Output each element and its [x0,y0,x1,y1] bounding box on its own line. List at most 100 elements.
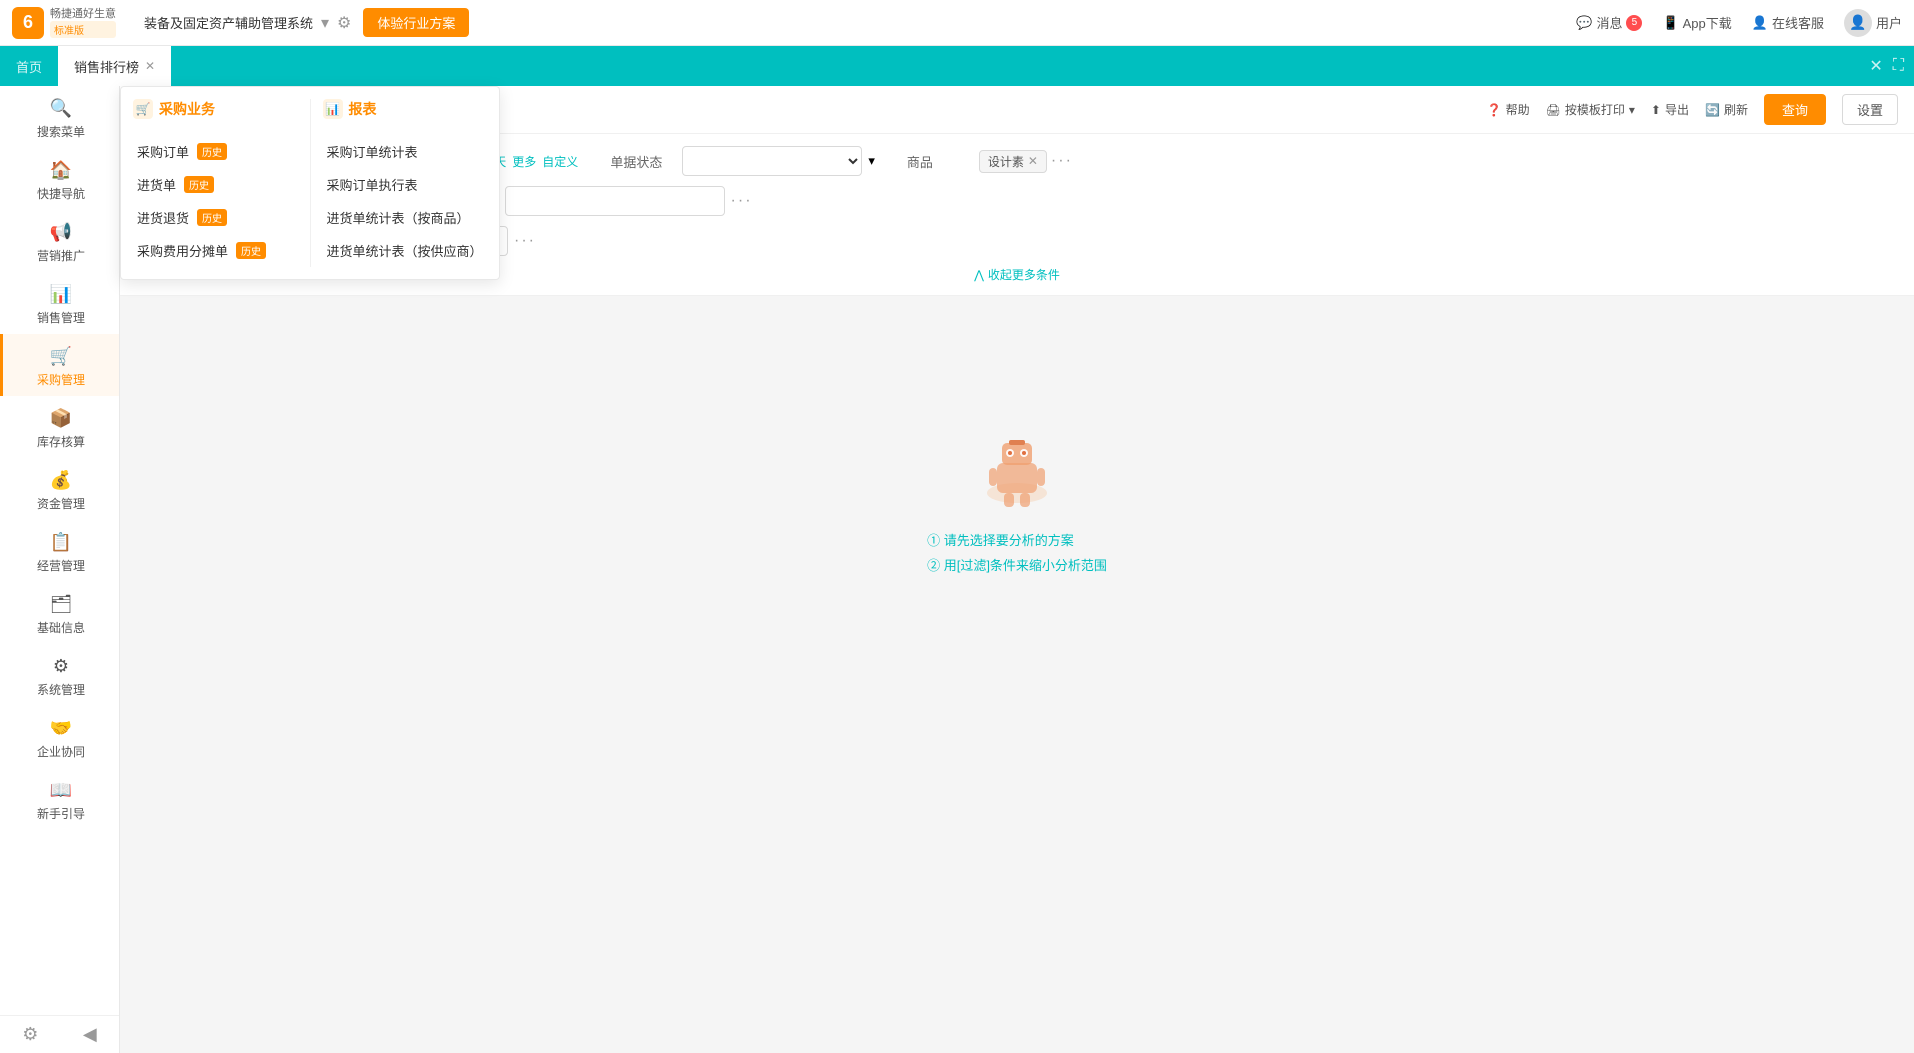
dropdown-overlay: 🛒 采购业务 采购订单 历史 进货单 历史 进货退货 历史 采购费用分摊单 历史 [120,86,500,280]
report-header: 📊 报表 [323,99,488,125]
sidebar-item-finance-label: 资金管理 [37,495,85,512]
logo-name: 畅捷通好生意 [50,7,116,21]
goods-tag-close[interactable]: ✕ [1028,154,1038,168]
basic-info-icon: 🗂 [50,594,73,615]
sidebar-item-quick-nav[interactable]: 🏠 快捷导航 [0,148,119,210]
refresh-btn[interactable]: 🔄 刷新 [1705,101,1748,118]
app-download-btn[interactable]: 📱 App下载 [1662,13,1731,32]
purchase-business-title: 采购业务 [159,99,215,119]
purchase-business-col: 🛒 采购业务 采购订单 历史 进货单 历史 进货退货 历史 采购费用分摊单 历史 [121,99,310,267]
goods-label: 商品 [907,152,967,171]
report-header-icon: 📊 [323,99,343,119]
settings-btn[interactable]: 设置 [1842,94,1898,125]
dropdown-item-purchase-order-exec[interactable]: 采购订单执行表 [323,168,488,201]
query-btn[interactable]: 查询 [1764,94,1826,125]
help-btn[interactable]: ❓ 帮助 [1487,101,1530,118]
sidebar-item-basic-info[interactable]: 🗂 基础信息 [0,582,119,644]
title-dropdown-btn[interactable]: ▾ [321,13,329,33]
tabbar-close-icon[interactable]: ✕ [1869,56,1882,76]
search-icon: 🔍 [50,98,72,119]
inventory-icon: 📦 [50,408,72,429]
empty-hint-area: ① 请先选择要分析的方案 ② 用[过滤]条件来缩小分析范围 [927,530,1107,574]
sidebar-item-basic-info-label: 基础信息 [37,619,85,636]
sidebar-item-enterprise-label: 企业协同 [37,743,85,760]
dropdown-item-purchase-order-stat[interactable]: 采购订单统计表 [323,135,488,168]
logo-badge: 标准版 [50,21,116,38]
sidebar-item-quick-nav-label: 快捷导航 [37,185,85,202]
sidebar-item-search[interactable]: 🔍 搜索菜单 [0,86,119,148]
message-btn[interactable]: 💬 消息 5 [1576,13,1642,32]
goods-receipt-label: 进货单 [137,175,176,194]
salesperson-input[interactable] [505,186,725,216]
goods-stat-product-label: 进货单统计表（按商品） [327,208,470,227]
sidebar-item-inventory[interactable]: 📦 库存核算 [0,396,119,458]
topbar-settings-btn[interactable]: ⚙ [337,13,351,33]
sidebar-item-marketing[interactable]: 📢 营销推广 [0,210,119,272]
logo-icon: 6 [12,7,44,39]
salesperson-more-btn[interactable]: ··· [731,192,753,210]
empty-hint-1: ① 请先选择要分析的方案 [927,530,1107,549]
system-title: 装备及固定资产辅助管理系统 [144,13,313,32]
dropdown-item-goods-stat-product[interactable]: 进货单统计表（按商品） [323,201,488,234]
service-icon: 👤 [1752,15,1768,31]
export-label: 导出 [1665,101,1689,118]
sidebar-item-enterprise[interactable]: 🤝 企业协同 [0,706,119,768]
sidebar-item-finance[interactable]: 💰 资金管理 [0,458,119,520]
help-label: 帮助 [1506,101,1530,118]
export-icon: ⬆ [1651,103,1661,117]
collapse-up-icon: ⋀ [974,268,984,282]
tabbar: 首页 销售排行榜 ✕ ✕ ⛶ [0,46,1914,86]
purchase-dropdown-menu: 🛒 采购业务 采购订单 历史 进货单 历史 进货退货 历史 采购费用分摊单 历史 [120,86,500,280]
empty-hint-2: ② 用[过滤]条件来缩小分析范围 [927,555,1107,574]
purchase-expense-label: 采购费用分摊单 [137,241,228,260]
user-label: 用户 [1876,13,1902,32]
print-btn[interactable]: 🖨 按模板打印 ▾ [1546,101,1635,118]
refresh-label: 刷新 [1724,101,1748,118]
tabbar-expand-icon[interactable]: ⛶ [1893,57,1904,75]
empty-state: ① 请先选择要分析的方案 ② 用[过滤]条件来缩小分析范围 [120,296,1914,696]
sales-icon: 📊 [50,284,72,305]
shortcut-custom[interactable]: 自定义 [542,153,578,170]
shortcut-more[interactable]: 更多 [512,153,536,170]
purchase-expense-history-badge: 历史 [236,242,266,259]
sidebar-item-guide[interactable]: 📖 新手引导 [0,768,119,830]
tab-sales-rank[interactable]: 销售排行榜 ✕ [58,46,171,86]
goods-receipt-history-badge: 历史 [184,176,214,193]
order-status-select[interactable] [682,146,862,176]
export-btn[interactable]: ⬆ 导出 [1651,101,1689,118]
finance-icon: 💰 [50,470,72,491]
dropdown-item-purchase-expense[interactable]: 采购费用分摊单 历史 [133,234,298,267]
customer-more-btn[interactable]: ··· [514,232,536,250]
hint2-num: ② [927,558,940,573]
tab-close-icon[interactable]: ✕ [145,59,155,73]
logo-text-area: 畅捷通好生意 标准版 [50,7,116,38]
purchase-order-exec-label: 采购订单执行表 [327,175,418,194]
industry-btn[interactable]: 体验行业方案 [363,8,469,37]
user-btn[interactable]: 👤 用户 [1844,9,1902,37]
sidebar-nav: 🔍 搜索菜单 🏠 快捷导航 📢 营销推广 📊 销售管理 🛒 采购管理 📦 [0,86,119,1015]
system-icon: ⚙ [53,656,69,677]
topbar: 6 畅捷通好生意 标准版 装备及固定资产辅助管理系统 ▾ ⚙ 体验行业方案 💬 … [0,0,1914,46]
logo-area: 6 畅捷通好生意 标准版 [12,7,132,39]
sidebar-item-inventory-label: 库存核算 [37,433,85,450]
sidebar-item-sales[interactable]: 📊 销售管理 [0,272,119,334]
sidebar-item-marketing-label: 营销推广 [37,247,85,264]
dropdown-item-purchase-order[interactable]: 采购订单 历史 [133,135,298,168]
tab-home[interactable]: 首页 [0,46,58,86]
dropdown-item-goods-stat-supplier[interactable]: 进货单统计表（按供应商） [323,234,488,267]
goods-more-btn[interactable]: ··· [1051,152,1073,170]
dropdown-item-goods-return[interactable]: 进货退货 历史 [133,201,298,234]
report-title: 报表 [349,99,377,119]
refresh-icon: 🔄 [1705,103,1720,117]
help-icon: ❓ [1487,103,1502,117]
sidebar-item-purchase[interactable]: 🛒 采购管理 [0,334,119,396]
purchase-order-label: 采购订单 [137,142,189,161]
sidebar-item-system[interactable]: ⚙ 系统管理 [0,644,119,706]
service-btn[interactable]: 👤 在线客服 [1752,13,1824,32]
dropdown-item-goods-receipt[interactable]: 进货单 历史 [133,168,298,201]
system-title-area: 装备及固定资产辅助管理系统 ▾ ⚙ [132,13,363,33]
goods-return-history-badge: 历史 [197,209,227,226]
order-status-label: 单据状态 [610,152,670,171]
sidebar-item-system-label: 系统管理 [37,681,85,698]
sidebar-item-operations[interactable]: 📋 经营管理 [0,520,119,582]
